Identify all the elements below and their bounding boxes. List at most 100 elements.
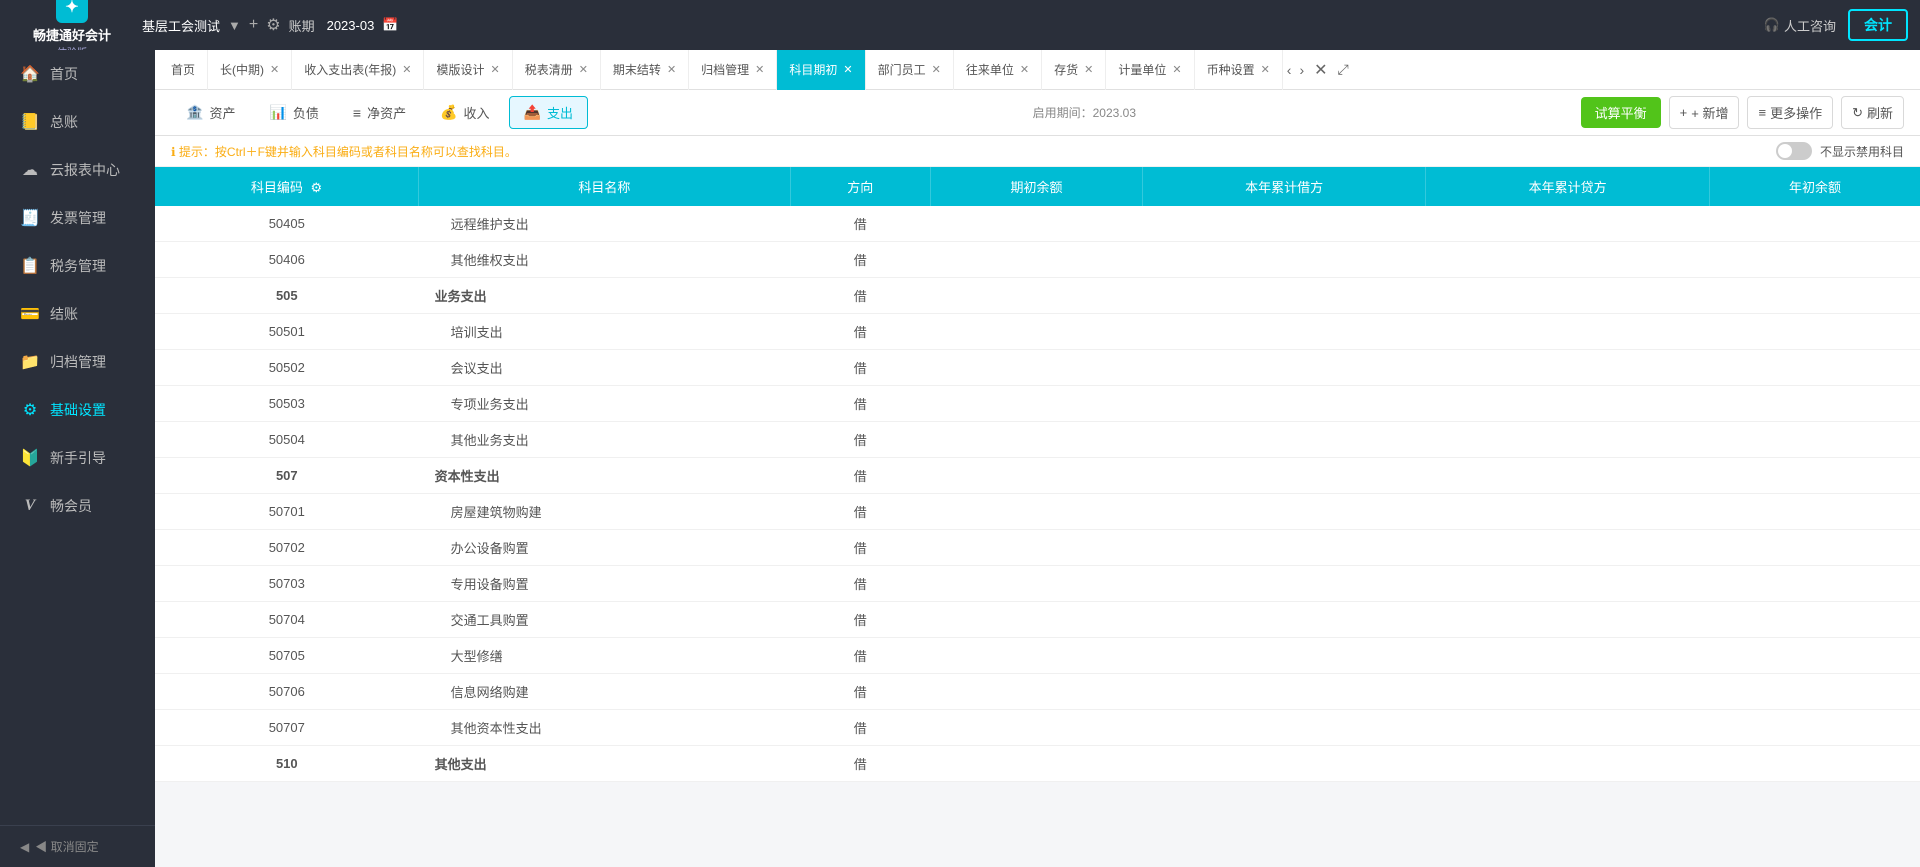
sidebar-item-settings[interactable]: ⚙ 基础设置 <box>0 386 155 434</box>
add-btn[interactable]: + + 新增 <box>1669 96 1740 129</box>
cell-code: 50706 <box>155 674 419 710</box>
cell-code: 50502 <box>155 350 419 386</box>
tab-next-btn[interactable]: › <box>1295 50 1308 90</box>
tab-expand-btn[interactable]: ⤢ <box>1334 50 1353 90</box>
cell-code: 50405 <box>155 206 419 242</box>
sidebar-label-ledger: 总账 <box>50 112 78 132</box>
customer-service-btn[interactable]: 🎧 人工咨询 <box>1764 16 1836 35</box>
table-row[interactable]: 50703 专用设备购置 借 <box>155 566 1920 602</box>
tab-label-department: 部门员工 <box>878 61 926 78</box>
sidebar-item-invoice[interactable]: 🧾 发票管理 <box>0 194 155 242</box>
table-row[interactable]: 50702 办公设备购置 借 <box>155 530 1920 566</box>
tab-prev-btn[interactable]: ‹ <box>1283 50 1296 90</box>
sidebar-item-archive[interactable]: 📁 归档管理 <box>0 338 155 386</box>
table-row[interactable]: 50405 远程维护支出 借 <box>155 206 1920 242</box>
tab-close-partners[interactable]: ✕ <box>1020 63 1029 76</box>
tab-close-inventory[interactable]: ✕ <box>1084 63 1093 76</box>
tab-subject-opening[interactable]: 科目期初 ✕ <box>777 50 865 90</box>
tab-inventory[interactable]: 存货 ✕ <box>1042 50 1106 90</box>
tab-close-archive-mgmt[interactable]: ✕ <box>755 63 764 76</box>
table-row[interactable]: 50704 交通工具购置 借 <box>155 602 1920 638</box>
tab-tax-list[interactable]: 税表清册 ✕ <box>513 50 601 90</box>
refresh-btn[interactable]: ↻ 刷新 <box>1841 96 1904 129</box>
table-row[interactable]: 50706 信息网络购建 借 <box>155 674 1920 710</box>
sidebar-item-guide[interactable]: 🔰 新手引导 <box>0 434 155 482</box>
sub-tab-income[interactable]: 💰 收入 <box>425 96 504 129</box>
table-row[interactable]: 507 资本性支出 借 <box>155 458 1920 494</box>
cell-ytd-credit <box>1426 422 1709 458</box>
more-btn[interactable]: ≡ 更多操作 <box>1747 96 1833 129</box>
tab-label-annual-report: 收入支出表(年报) <box>304 61 396 78</box>
guide-icon: 🔰 <box>20 448 40 468</box>
cell-name: 专用设备购置 <box>419 566 791 602</box>
settings-icon[interactable]: ⚙ <box>266 15 280 35</box>
cell-year-opening <box>1709 494 1920 530</box>
sidebar-item-tax[interactable]: 📋 税务管理 <box>0 242 155 290</box>
tab-midterm[interactable]: 长(中期) ✕ <box>208 50 292 90</box>
sidebar-item-checkout[interactable]: 💳 结账 <box>0 290 155 338</box>
tab-unit[interactable]: 计量单位 ✕ <box>1106 50 1194 90</box>
sub-tab-net-assets[interactable]: ≡ 净资产 <box>338 96 421 129</box>
table-row[interactable]: 50502 会议支出 借 <box>155 350 1920 386</box>
table-row[interactable]: 50701 房屋建筑物购建 借 <box>155 494 1920 530</box>
refresh-icon: ↻ <box>1852 105 1863 121</box>
sub-tab-expenditure[interactable]: 📤 支出 <box>509 96 588 129</box>
tab-partners[interactable]: 往来单位 ✕ <box>954 50 1042 90</box>
table-row[interactable]: 50406 其他维权支出 借 <box>155 242 1920 278</box>
company-name[interactable]: 基层工会测试 <box>142 16 220 35</box>
tab-close-template[interactable]: ✕ <box>490 63 499 76</box>
tab-close-period-transfer[interactable]: ✕ <box>667 63 676 76</box>
cell-opening <box>931 278 1143 314</box>
sidebar-item-ledger[interactable]: 📒 总账 <box>0 98 155 146</box>
tab-currency[interactable]: 币种设置 ✕ <box>1195 50 1283 90</box>
tab-home[interactable]: 首页 <box>159 50 208 90</box>
table-row[interactable]: 505 业务支出 借 <box>155 278 1920 314</box>
tab-period-transfer[interactable]: 期末结转 ✕ <box>601 50 689 90</box>
col-settings-icon[interactable]: ⚙ <box>311 180 323 195</box>
table-row[interactable]: 510 其他支出 借 <box>155 746 1920 782</box>
tab-label-partners: 往来单位 <box>966 61 1014 78</box>
sub-tab-asset[interactable]: 🏦 资产 <box>171 96 250 129</box>
cell-ytd-debit <box>1142 314 1425 350</box>
table-row[interactable]: 50501 培训支出 借 <box>155 314 1920 350</box>
sidebar-item-home[interactable]: 🏠 首页 <box>0 50 155 98</box>
table-row[interactable]: 50705 大型修缮 借 <box>155 638 1920 674</box>
sub-tab-label-net-assets: 净资产 <box>367 103 406 122</box>
cell-ytd-credit <box>1426 602 1709 638</box>
home-icon: 🏠 <box>20 64 40 84</box>
tab-annual-report[interactable]: 收入支出表(年报) ✕ <box>292 50 424 90</box>
add-tab-icon[interactable]: + <box>249 16 258 34</box>
tab-department[interactable]: 部门员工 ✕ <box>866 50 954 90</box>
tab-close-subject-opening[interactable]: ✕ <box>843 63 852 76</box>
tab-close-annual[interactable]: ✕ <box>402 63 411 76</box>
cell-ytd-credit <box>1426 746 1709 782</box>
cell-code: 50406 <box>155 242 419 278</box>
tab-close-currency[interactable]: ✕ <box>1261 63 1270 76</box>
cell-dir: 借 <box>790 278 930 314</box>
balance-btn[interactable]: 试算平衡 <box>1581 97 1661 128</box>
sub-tab-liability[interactable]: 📊 负债 <box>254 96 333 129</box>
table-row[interactable]: 50504 其他业务支出 借 <box>155 422 1920 458</box>
dropdown-icon[interactable]: ▼ <box>228 18 241 33</box>
cell-opening <box>931 386 1143 422</box>
cell-ytd-debit <box>1142 242 1425 278</box>
toggle-knob <box>1778 144 1792 158</box>
tab-close-tax-list[interactable]: ✕ <box>579 63 588 76</box>
tab-close-all-btn[interactable]: ✕ <box>1308 50 1333 90</box>
tab-close-midterm[interactable]: ✕ <box>270 63 279 76</box>
cell-opening <box>931 530 1143 566</box>
account-button[interactable]: 会计 <box>1848 9 1908 41</box>
sidebar-item-member[interactable]: V 畅会员 <box>0 482 155 530</box>
tab-close-unit[interactable]: ✕ <box>1172 63 1181 76</box>
tab-close-department[interactable]: ✕ <box>932 63 941 76</box>
table-row[interactable]: 50707 其他资本性支出 借 <box>155 710 1920 746</box>
tab-label-home: 首页 <box>171 61 195 78</box>
table-row[interactable]: 50503 专项业务支出 借 <box>155 386 1920 422</box>
sidebar-collapse-btn[interactable]: ◀ ◀ 取消固定 <box>0 825 155 867</box>
disable-toggle[interactable] <box>1776 142 1812 160</box>
cell-ytd-credit <box>1426 710 1709 746</box>
calendar-icon[interactable]: 📅 <box>382 17 398 33</box>
tab-archive-mgmt[interactable]: 归档管理 ✕ <box>689 50 777 90</box>
tab-template[interactable]: 模版设计 ✕ <box>424 50 512 90</box>
sidebar-item-reports[interactable]: ☁ 云报表中心 <box>0 146 155 194</box>
